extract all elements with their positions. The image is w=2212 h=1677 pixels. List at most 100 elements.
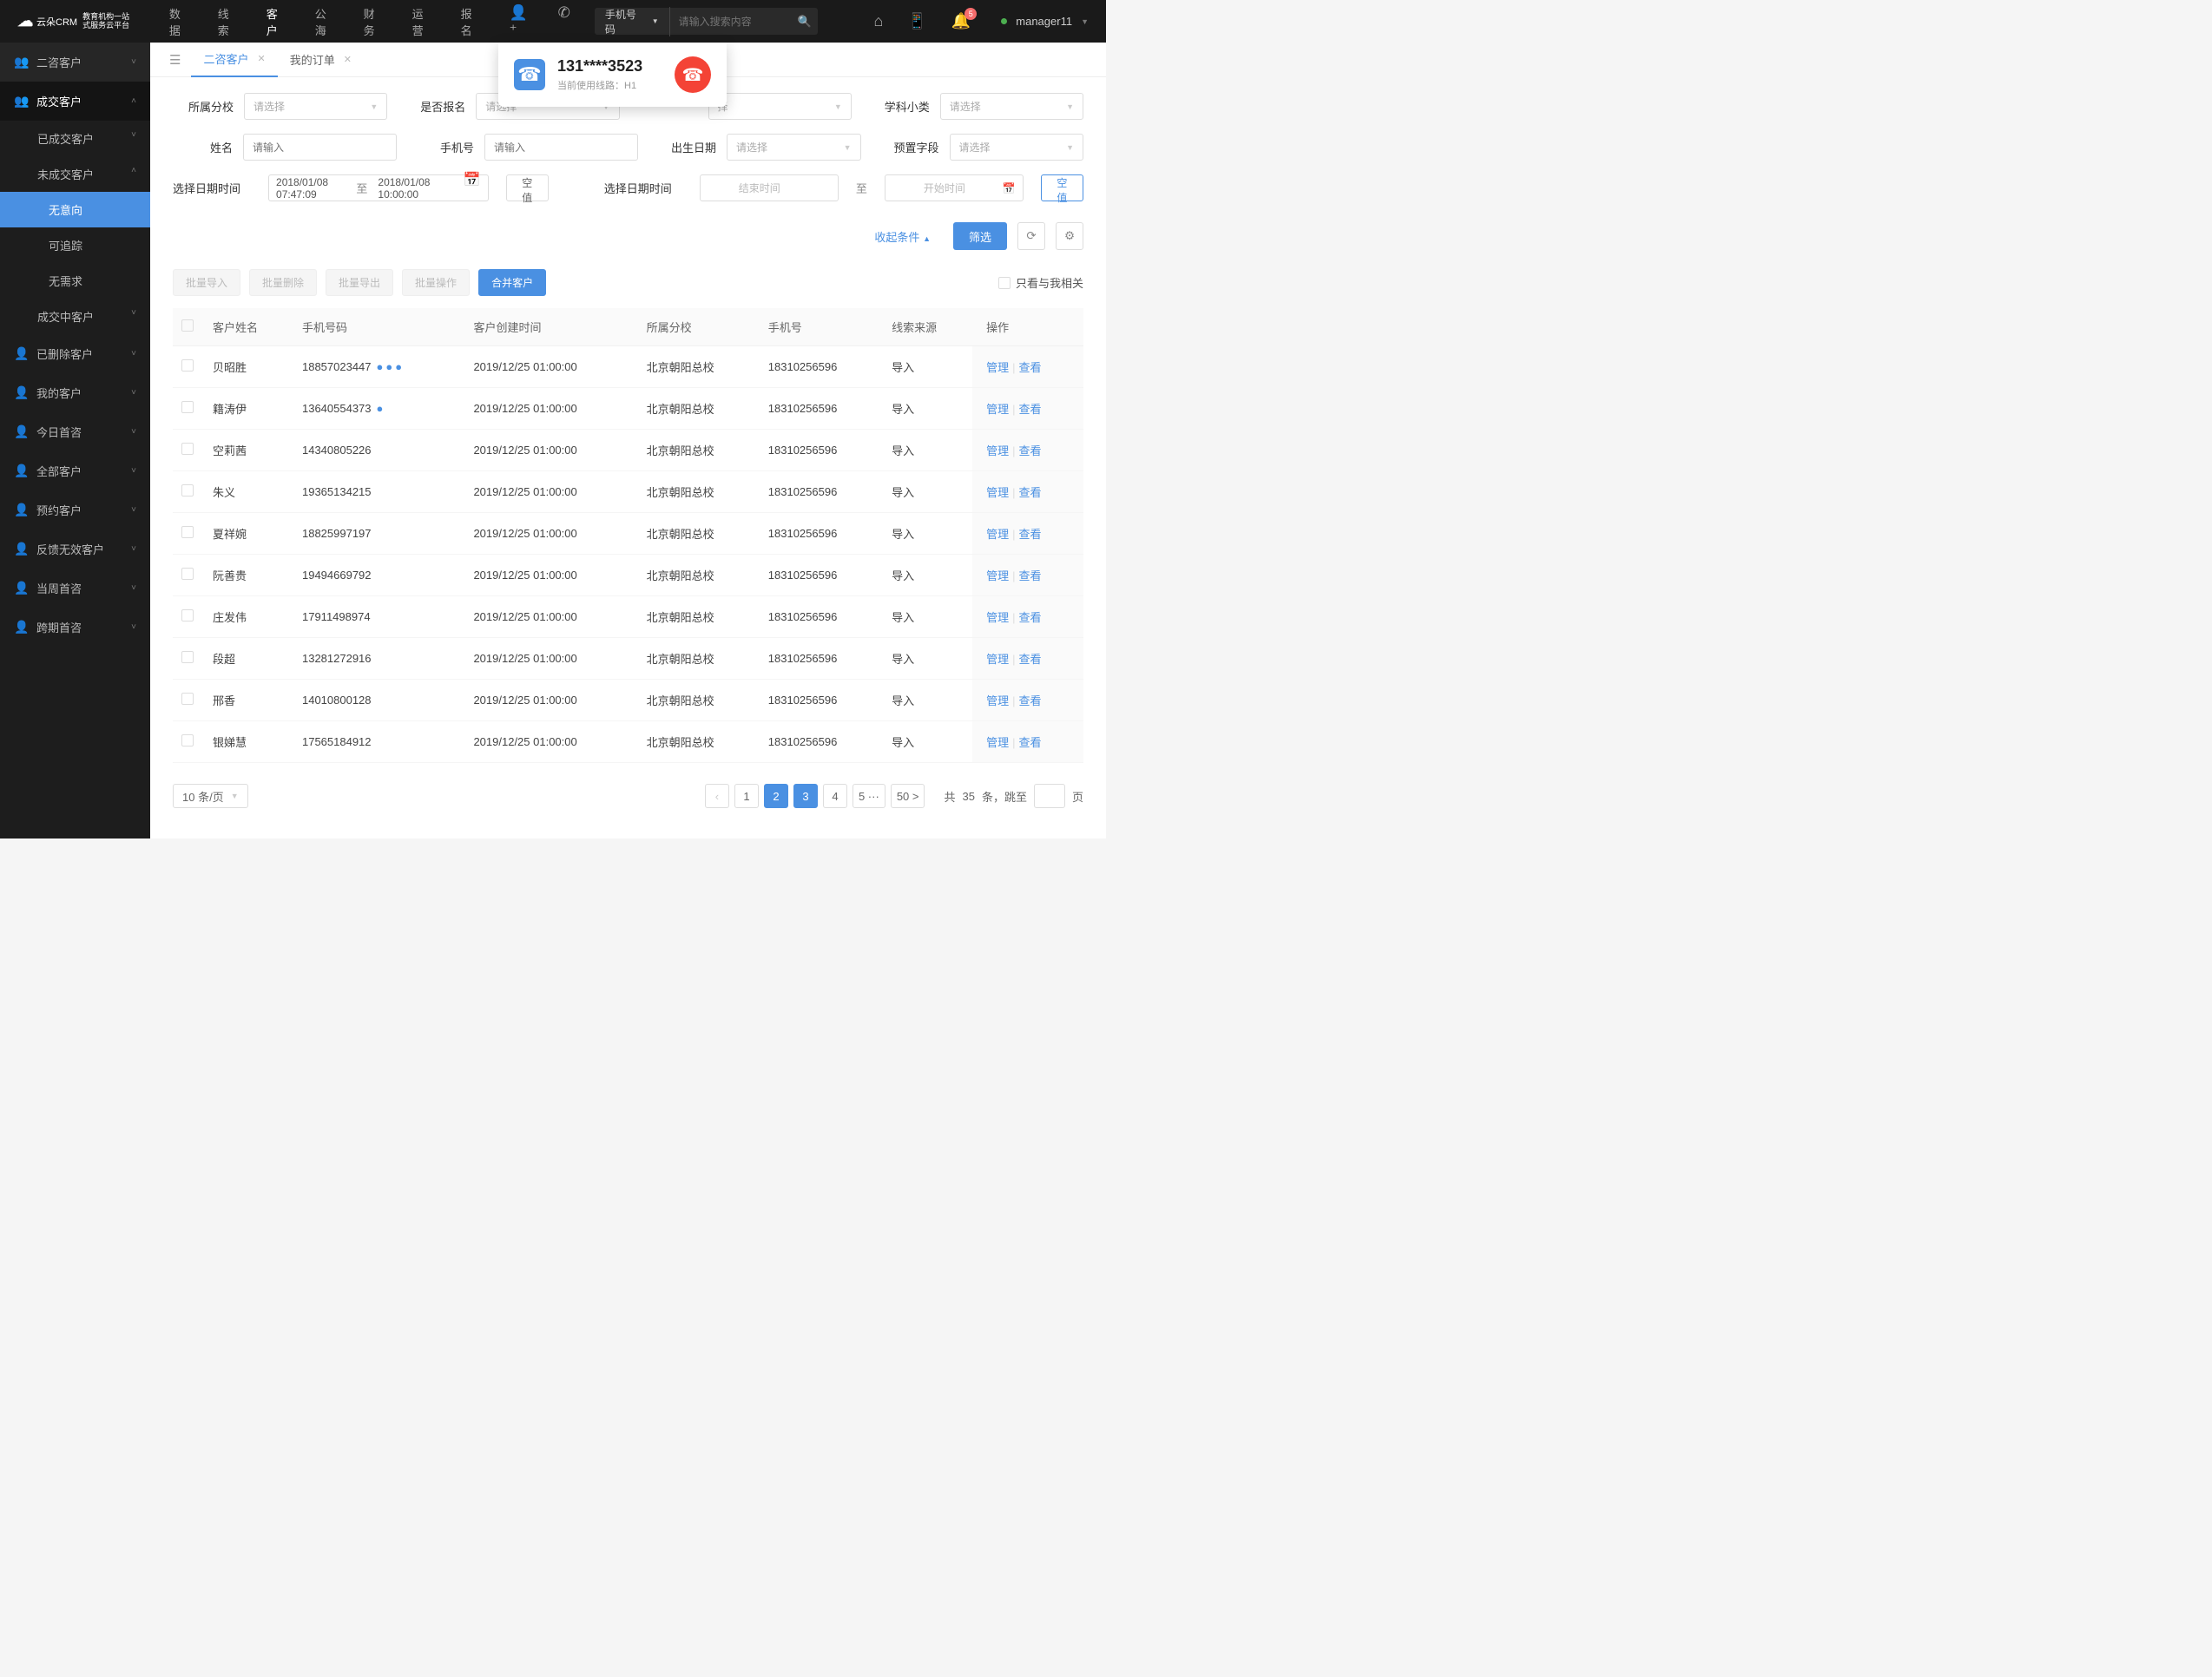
date-end-1[interactable]: 2018/01/08 10:00:00 bbox=[378, 176, 447, 201]
nav-报名[interactable]: 报名 bbox=[461, 5, 484, 38]
page-3[interactable]: 3 bbox=[793, 784, 818, 808]
mobile-icon[interactable]: 📱 bbox=[907, 12, 926, 30]
view-link[interactable]: 查看 bbox=[1019, 569, 1042, 582]
tab-二咨客户[interactable]: 二咨客户✕ bbox=[191, 43, 277, 77]
view-link[interactable]: 查看 bbox=[1019, 486, 1042, 499]
filter-学科小类[interactable]: 请选择▼ bbox=[940, 93, 1083, 120]
gear-icon[interactable]: ⚙ bbox=[1056, 222, 1083, 250]
sidebar-成交中客户[interactable]: 成交中客户˅ bbox=[0, 299, 150, 334]
page-1[interactable]: 1 bbox=[734, 784, 759, 808]
select-all-checkbox[interactable] bbox=[181, 319, 194, 332]
collapse-filters[interactable]: 收起条件 ▲ bbox=[874, 228, 931, 245]
search-type-select[interactable]: 手机号码▼ bbox=[595, 7, 670, 36]
hangup-button[interactable]: ☎ bbox=[675, 56, 711, 93]
page-4[interactable]: 4 bbox=[823, 784, 847, 808]
merge-customers-button[interactable]: 合并客户 bbox=[478, 269, 546, 296]
manage-link[interactable]: 管理 bbox=[986, 486, 1009, 499]
manage-link[interactable]: 管理 bbox=[986, 611, 1009, 624]
sidebar-今日首咨[interactable]: 👤今日首咨˅ bbox=[0, 412, 150, 451]
sidebar-当周首咨[interactable]: 👤当周首咨˅ bbox=[0, 569, 150, 608]
filter-button[interactable]: 筛选 bbox=[953, 222, 1007, 250]
view-link[interactable]: 查看 bbox=[1019, 403, 1042, 416]
nav-数据[interactable]: 数据 bbox=[169, 5, 192, 38]
page-prev[interactable]: ‹ bbox=[705, 784, 729, 808]
row-checkbox[interactable] bbox=[181, 359, 194, 372]
manage-link[interactable]: 管理 bbox=[986, 361, 1009, 374]
row-checkbox[interactable] bbox=[181, 609, 194, 621]
close-icon[interactable]: ✕ bbox=[257, 53, 265, 64]
view-link[interactable]: 查看 bbox=[1019, 611, 1042, 624]
sidebar-全部客户[interactable]: 👤全部客户˅ bbox=[0, 451, 150, 490]
sidebar-预约客户[interactable]: 👤预约客户˅ bbox=[0, 490, 150, 529]
sidebar-无需求[interactable]: 无需求 bbox=[0, 263, 150, 299]
page-jump-input[interactable] bbox=[1034, 784, 1065, 808]
sidebar-可追踪[interactable]: 可追踪 bbox=[0, 227, 150, 263]
only-mine-checkbox[interactable] bbox=[998, 277, 1011, 289]
row-checkbox[interactable] bbox=[181, 693, 194, 705]
sidebar-已成交客户[interactable]: 已成交客户˅ bbox=[0, 121, 150, 156]
manage-link[interactable]: 管理 bbox=[986, 444, 1009, 457]
batch-批量操作[interactable]: 批量操作 bbox=[402, 269, 470, 296]
user-menu[interactable]: manager11 ▼ bbox=[1001, 15, 1089, 28]
view-link[interactable]: 查看 bbox=[1019, 653, 1042, 666]
sidebar-成交客户[interactable]: 👥成交客户˄ bbox=[0, 82, 150, 121]
filter-姓名[interactable] bbox=[243, 134, 397, 161]
view-link[interactable]: 查看 bbox=[1019, 736, 1042, 749]
date-start-1[interactable]: 2018/01/08 07:47:09 bbox=[276, 176, 346, 201]
tab-我的订单[interactable]: 我的订单✕ bbox=[278, 43, 364, 77]
filter-[interactable]: 择▼ bbox=[708, 93, 852, 120]
sidebar-已删除客户[interactable]: 👤已删除客户˅ bbox=[0, 334, 150, 373]
sidebar-跨期首咨[interactable]: 👤跨期首咨˅ bbox=[0, 608, 150, 647]
page-2[interactable]: 2 bbox=[764, 784, 788, 808]
view-link[interactable]: 查看 bbox=[1019, 694, 1042, 707]
row-checkbox[interactable] bbox=[181, 734, 194, 746]
date-start-2[interactable]: 结束时间 bbox=[700, 174, 839, 201]
sidebar-二咨客户[interactable]: 👥二咨客户˅ bbox=[0, 43, 150, 82]
manage-link[interactable]: 管理 bbox=[986, 653, 1009, 666]
batch-批量导出[interactable]: 批量导出 bbox=[326, 269, 393, 296]
refresh-icon[interactable]: ⟳ bbox=[1017, 222, 1045, 250]
sidebar-我的客户[interactable]: 👤我的客户˅ bbox=[0, 373, 150, 412]
view-link[interactable]: 查看 bbox=[1019, 361, 1042, 374]
close-icon[interactable]: ✕ bbox=[344, 54, 352, 65]
nav-财务[interactable]: 财务 bbox=[364, 5, 386, 38]
row-checkbox[interactable] bbox=[181, 526, 194, 538]
nav-公海[interactable]: 公海 bbox=[315, 5, 338, 38]
view-link[interactable]: 查看 bbox=[1019, 528, 1042, 541]
sidebar-无意向[interactable]: 无意向 bbox=[0, 192, 150, 227]
home-icon[interactable]: ⌂ bbox=[874, 12, 884, 30]
search-icon[interactable]: 🔍 bbox=[792, 15, 818, 29]
sidebar-未成交客户[interactable]: 未成交客户˄ bbox=[0, 156, 150, 192]
bell-icon[interactable]: 🔔5 bbox=[951, 12, 971, 30]
filter-预置字段[interactable]: 请选择▼ bbox=[950, 134, 1084, 161]
phone-icon[interactable]: ✆ bbox=[558, 4, 570, 39]
manage-link[interactable]: 管理 bbox=[986, 528, 1009, 541]
view-link[interactable]: 查看 bbox=[1019, 444, 1042, 457]
nav-线索[interactable]: 线索 bbox=[218, 5, 240, 38]
filter-出生日期[interactable]: 请选择▼ bbox=[727, 134, 861, 161]
nav-客户[interactable]: 客户 bbox=[267, 5, 289, 38]
filter-所属分校[interactable]: 请选择▼ bbox=[244, 93, 387, 120]
date-end-2[interactable]: 开始时间📅 bbox=[885, 174, 1024, 201]
batch-批量删除[interactable]: 批量删除 bbox=[249, 269, 317, 296]
manage-link[interactable]: 管理 bbox=[986, 569, 1009, 582]
manage-link[interactable]: 管理 bbox=[986, 403, 1009, 416]
null-button-1[interactable]: 空值 bbox=[506, 174, 549, 201]
page-50 >[interactable]: 50 > bbox=[891, 784, 925, 808]
search-input[interactable] bbox=[670, 16, 792, 28]
manage-link[interactable]: 管理 bbox=[986, 736, 1009, 749]
filter-手机号[interactable] bbox=[484, 134, 638, 161]
row-checkbox[interactable] bbox=[181, 651, 194, 663]
add-user-icon[interactable]: 👤⁺ bbox=[510, 4, 536, 39]
page-5 ···[interactable]: 5 ··· bbox=[853, 784, 885, 808]
row-checkbox[interactable] bbox=[181, 443, 194, 455]
nav-运营[interactable]: 运营 bbox=[412, 5, 435, 38]
row-checkbox[interactable] bbox=[181, 401, 194, 413]
row-checkbox[interactable] bbox=[181, 568, 194, 580]
tabs-menu-icon[interactable]: ☰ bbox=[159, 52, 191, 68]
null-button-2[interactable]: 空值 bbox=[1041, 174, 1083, 201]
sidebar-反馈无效客户[interactable]: 👤反馈无效客户˅ bbox=[0, 529, 150, 569]
manage-link[interactable]: 管理 bbox=[986, 694, 1009, 707]
page-size-select[interactable]: 10 条/页▼ bbox=[173, 784, 248, 808]
batch-批量导入[interactable]: 批量导入 bbox=[173, 269, 240, 296]
